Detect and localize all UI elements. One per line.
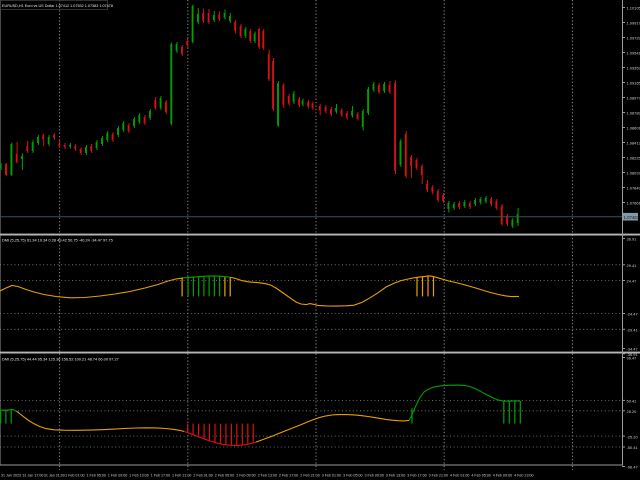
svg-text:-96.47: -96.47: [627, 465, 638, 470]
svg-text:-50.41: -50.41: [627, 445, 638, 450]
svg-text:25.20: 25.20: [627, 409, 638, 414]
svg-text:4 Feb 09:00: 4 Feb 09:00: [493, 474, 512, 478]
svg-text:1.10105: 1.10105: [627, 6, 640, 11]
svg-text:1.09165: 1.09165: [627, 81, 640, 86]
svg-text:EURUSD,H1 Euro vs US Dollar: EURUSD,H1 Euro vs US Dollar 1.07412 1.07…: [2, 4, 113, 8]
svg-text:2 Feb 17:00: 2 Feb 17:00: [279, 474, 298, 478]
svg-text:DMI (5,25,75) 44.44 95.34 125: DMI (5,25,75) 44.44 95.34 125.36 156.52 …: [2, 357, 119, 362]
svg-text:1.07483: 1.07483: [624, 215, 640, 220]
svg-text:3 Feb 21:00: 3 Feb 21:00: [429, 474, 448, 478]
svg-text:4 Feb 23:00: 4 Feb 23:00: [514, 474, 533, 478]
svg-text:31 Jan 17:00: 31 Jan 17:00: [22, 474, 43, 478]
svg-text:1.07661: 1.07661: [627, 201, 640, 206]
svg-text:-25.20: -25.20: [627, 434, 639, 439]
svg-text:3 Feb 05:00: 3 Feb 05:00: [343, 474, 362, 478]
svg-text:1.08225: 1.08225: [627, 156, 640, 161]
svg-text:1.08601: 1.08601: [627, 126, 640, 131]
svg-text:1.09729: 1.09729: [627, 36, 640, 41]
svg-text:4 Feb 05:00: 4 Feb 05:00: [471, 474, 490, 478]
svg-text:1.08977: 1.08977: [627, 96, 640, 101]
svg-text:1.08037: 1.08037: [627, 171, 640, 176]
svg-text:1.07849: 1.07849: [627, 186, 640, 191]
svg-text:2 Feb 09:00: 2 Feb 09:00: [236, 474, 255, 478]
svg-text:1 Feb 05:00: 1 Feb 05:00: [87, 474, 106, 478]
svg-text:3 Feb 09:00: 3 Feb 09:00: [365, 474, 384, 478]
svg-text:1 Feb 13:00: 1 Feb 13:00: [129, 474, 148, 478]
svg-text:1 Feb 21:00: 1 Feb 21:00: [172, 474, 191, 478]
svg-text:2 Feb 13:00: 2 Feb 13:00: [258, 474, 277, 478]
svg-text:3 Feb 13:00: 3 Feb 13:00: [386, 474, 405, 478]
svg-text:1.08413: 1.08413: [627, 141, 640, 146]
svg-text:-24.47: -24.47: [627, 312, 638, 317]
svg-text:31 Jan 21:00: 31 Jan 21:00: [44, 474, 65, 478]
svg-text:2 Feb 01:00: 2 Feb 01:00: [193, 474, 212, 478]
svg-text:-29.41: -29.41: [627, 328, 638, 333]
svg-text:1 Feb 17:00: 1 Feb 17:00: [151, 474, 170, 478]
svg-text:-34.47: -34.47: [627, 347, 638, 352]
svg-text:2 Feb 21:00: 2 Feb 21:00: [300, 474, 319, 478]
svg-text:1.09541: 1.09541: [627, 51, 640, 56]
svg-text:1 Feb 09:00: 1 Feb 09:00: [108, 474, 127, 478]
svg-text:1.08789: 1.08789: [627, 111, 640, 116]
svg-text:3 Feb 01:00: 3 Feb 01:00: [322, 474, 341, 478]
svg-text:3 Feb 17:00: 3 Feb 17:00: [407, 474, 426, 478]
svg-text:36.91: 36.91: [627, 237, 637, 242]
svg-text:29.41: 29.41: [627, 263, 637, 268]
svg-text:2 Feb 05:00: 2 Feb 05:00: [215, 474, 234, 478]
svg-text:4 Feb 01:00: 4 Feb 01:00: [450, 474, 469, 478]
svg-text:1.09353: 1.09353: [627, 66, 640, 71]
svg-text:50.41: 50.41: [627, 399, 637, 404]
svg-text:96.47: 96.47: [627, 356, 637, 361]
svg-text:1.09917: 1.09917: [627, 21, 640, 26]
svg-text:24.47: 24.47: [627, 279, 637, 284]
svg-text:DMI (5,25,75) 61.34 19.34 0.2: DMI (5,25,75) 61.34 19.34 0.28 49.42 50.…: [2, 238, 113, 243]
svg-text:1 Feb 01:00: 1 Feb 01:00: [65, 474, 84, 478]
svg-text:31 Jan 2023: 31 Jan 2023: [1, 474, 21, 478]
